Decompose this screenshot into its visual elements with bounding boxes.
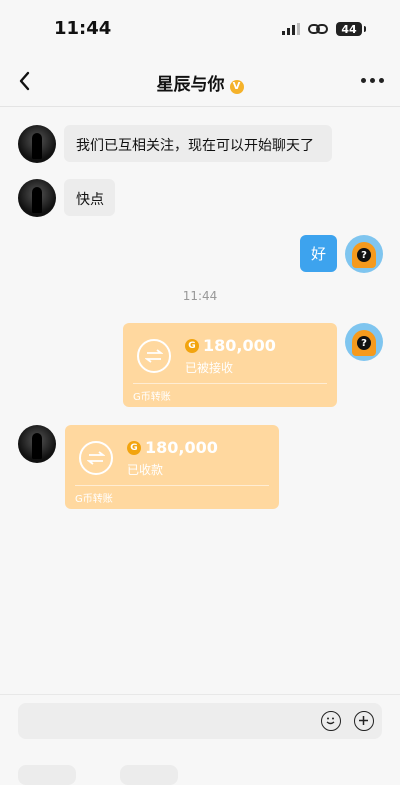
- swap-arrows-icon: [87, 451, 105, 465]
- transfer-footer: G币转账: [133, 392, 171, 403]
- question-mark-icon: ?: [357, 248, 371, 262]
- chat-title-wrap[interactable]: 星辰与你 V: [0, 70, 400, 95]
- message-bubble-sent: 好: [300, 235, 337, 272]
- avatar-self[interactable]: ?: [345, 323, 383, 361]
- more-dot: [370, 78, 375, 83]
- plus-glyph: [359, 716, 368, 725]
- swap-arrows-icon: [145, 349, 163, 363]
- status-icons: 44: [282, 21, 366, 37]
- transfer-amount: 180,000: [145, 438, 218, 457]
- avatar-other[interactable]: [18, 179, 56, 217]
- more-dot: [379, 78, 384, 83]
- g-coin-icon: G: [185, 339, 199, 353]
- transfer-amount: 180,000: [203, 336, 276, 355]
- status-bar: 11:44 44: [0, 0, 400, 58]
- question-mark-icon: ?: [357, 336, 371, 350]
- smile-face: [326, 717, 335, 725]
- chat-header: 星辰与你 V: [0, 58, 400, 107]
- signal-icon: [282, 23, 300, 35]
- more-options-icon[interactable]: [361, 78, 384, 83]
- avatar-other[interactable]: [18, 125, 56, 163]
- transfer-icon: [137, 339, 171, 373]
- input-bar: [0, 694, 400, 785]
- g-coin-icon: G: [127, 441, 141, 455]
- add-icon[interactable]: [354, 711, 374, 731]
- transfer-card-sent[interactable]: G 180,000 已被接收 G币转账: [123, 323, 337, 407]
- message-text: 我们已互相关注，现在可以开始聊天了: [76, 138, 314, 154]
- transfer-card-received[interactable]: G 180,000 已收款 G币转账: [65, 425, 279, 509]
- emoji-icon[interactable]: [321, 711, 341, 731]
- transfer-status: 已收款: [127, 463, 164, 477]
- transfer-divider: [75, 485, 269, 486]
- message-text: 快点: [76, 192, 104, 208]
- transfer-divider: [133, 383, 327, 384]
- battery-cap: [364, 26, 366, 32]
- chat-timestamp: 11:44: [182, 289, 218, 303]
- transfer-icon: [79, 441, 113, 475]
- message-bubble-received: 我们已互相关注，现在可以开始聊天了: [64, 125, 332, 162]
- tool-tray-button[interactable]: [18, 765, 76, 785]
- link-icon: [308, 24, 328, 34]
- chat-title: 星辰与你: [156, 75, 225, 95]
- transfer-status: 已被接收: [185, 361, 234, 375]
- verified-badge-icon: V: [229, 79, 244, 94]
- message-bubble-received: 快点: [64, 179, 115, 216]
- status-time: 11:44: [54, 18, 112, 39]
- message-text: 好: [310, 245, 326, 263]
- transfer-footer: G币转账: [75, 494, 113, 505]
- avatar-self[interactable]: ?: [345, 235, 383, 273]
- avatar-other[interactable]: [18, 425, 56, 463]
- battery-icon: 44: [336, 22, 362, 36]
- more-dot: [361, 78, 366, 83]
- tool-tray-button[interactable]: [120, 765, 178, 785]
